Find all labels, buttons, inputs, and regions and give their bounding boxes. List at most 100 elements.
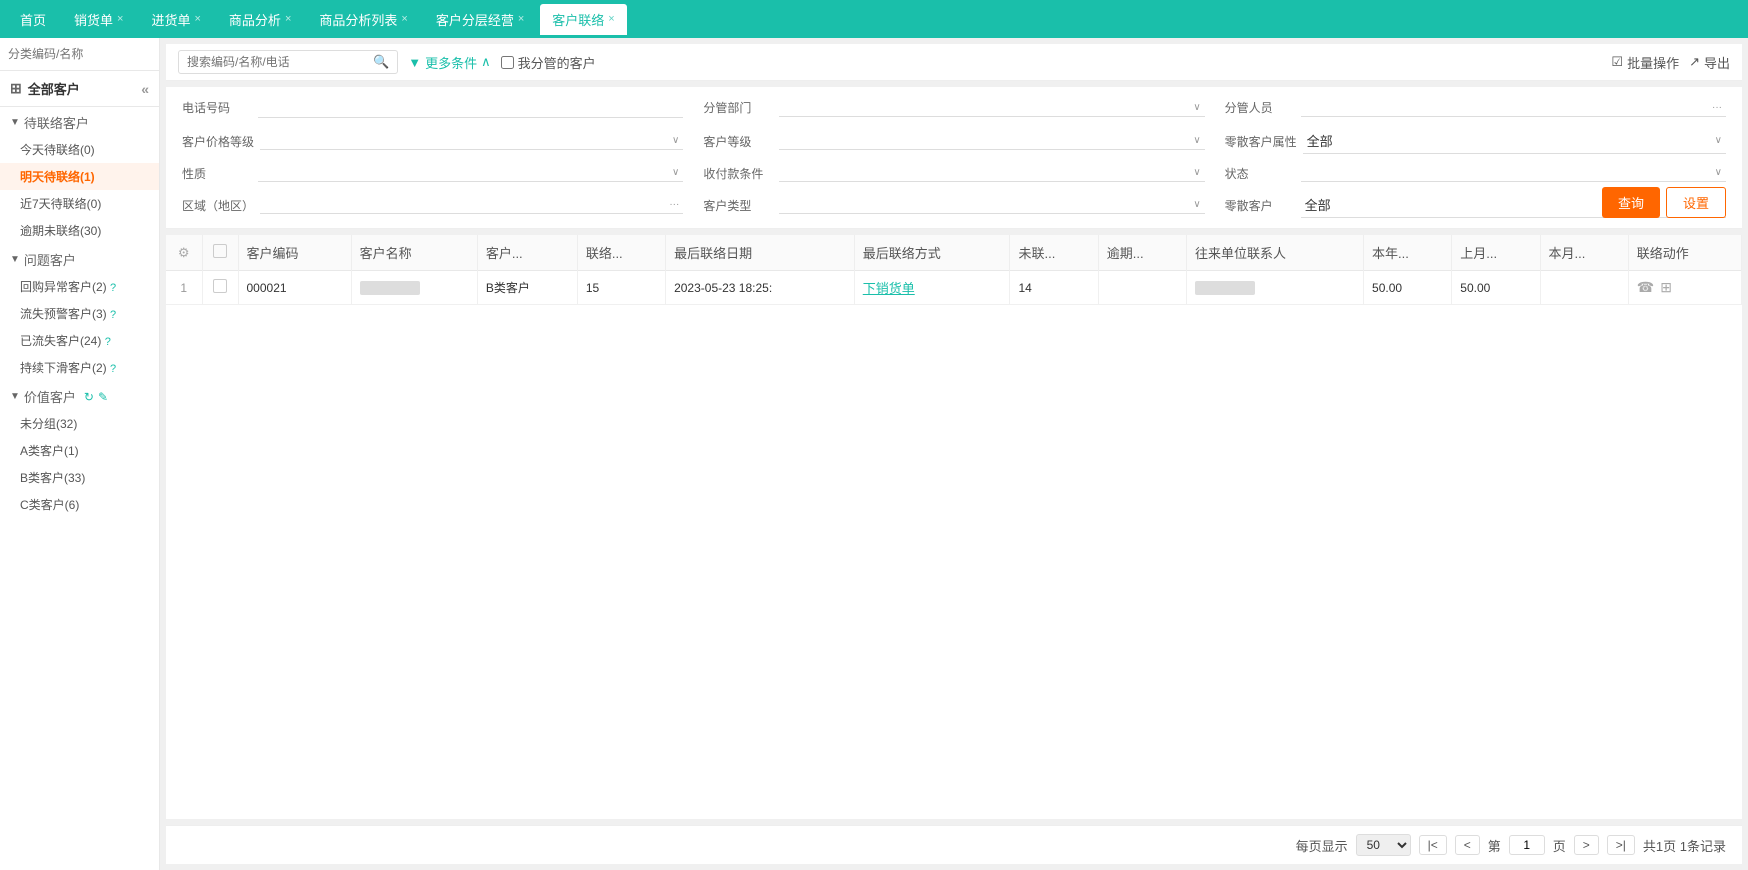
section-arrow-2: ▼	[10, 254, 20, 265]
td-name	[351, 271, 477, 305]
value-refresh-icon[interactable]: ↻	[84, 390, 94, 404]
prev-page-btn[interactable]: <	[1455, 835, 1480, 855]
filter-manager-select[interactable]: ···	[1301, 99, 1726, 117]
nav-tab-2[interactable]: 商品分析 ×	[217, 4, 303, 35]
call-icon[interactable]: ☎	[1637, 279, 1654, 296]
select-all-checkbox[interactable]	[213, 244, 227, 258]
company-contact-blurred	[1195, 281, 1255, 295]
table-header-row: ⚙ 客户编码 客户名称 客户... 联络... 最后联络日期	[166, 235, 1742, 271]
ctype-down-arrow: ∨	[1193, 199, 1200, 210]
dept-down-arrow: ∨	[1193, 102, 1200, 113]
th-last-method: 最后联络方式	[854, 235, 1010, 271]
page-input[interactable]	[1509, 835, 1545, 855]
td-company-contact	[1186, 271, 1363, 305]
setting-btn[interactable]: 设置	[1666, 187, 1726, 218]
nav-tab-3-close[interactable]: ×	[401, 13, 407, 25]
th-code: 客户编码	[238, 235, 351, 271]
td-not-contacted: 14	[1010, 271, 1098, 305]
th-overdue: 逾期...	[1098, 235, 1186, 271]
filter-payment: 收付款条件 ∨	[703, 164, 1204, 182]
export-btn[interactable]: ↗ 导出	[1689, 53, 1730, 72]
collapse-icon[interactable]: «	[141, 81, 149, 97]
filter-retail-attr-label: 零散客户属性	[1225, 133, 1297, 150]
sidebar-search-input[interactable]	[8, 47, 163, 61]
nav-tab-5[interactable]: 客户联络 ×	[540, 4, 626, 35]
main-search-input[interactable]	[187, 55, 367, 69]
td-last-month: 50.00	[1452, 271, 1540, 305]
th-this-year: 本年...	[1364, 235, 1452, 271]
filter-manager: 分管人员 ···	[1225, 97, 1726, 118]
nav-tab-4-close[interactable]: ×	[518, 13, 524, 25]
export-icon: ↗	[1689, 54, 1700, 70]
total-records: 共1页 1条记录	[1643, 836, 1726, 855]
sidebar-item-today[interactable]: 今天待联络(0)	[0, 136, 159, 163]
filter-dept-select[interactable]: ∨	[779, 99, 1204, 117]
nav-tab-1[interactable]: 进货单 ×	[139, 4, 212, 35]
nav-tab-4[interactable]: 客户分层经营 ×	[424, 4, 536, 35]
filter-chevron: ∧	[481, 54, 491, 70]
sidebar-item-declining[interactable]: 持续下滑客户(2) ?	[0, 354, 159, 381]
filter-status: 状态 ∨	[1225, 164, 1726, 182]
nav-tab-2-close[interactable]: ×	[285, 13, 291, 25]
nav-tab-1-close[interactable]: ×	[194, 13, 200, 25]
sidebar-item-abnormal[interactable]: 回购异常客户(2) ?	[0, 273, 159, 300]
settings-icon[interactable]: ⚙	[178, 245, 190, 260]
value-edit-icon[interactable]: ✎	[98, 390, 108, 404]
level-down-arrow: ∨	[1193, 135, 1200, 146]
sidebar-item-class-c[interactable]: C类客户(6)	[0, 491, 159, 518]
sidebar-all-customers[interactable]: ⊞ 全部客户 «	[0, 71, 159, 107]
nav-home[interactable]: 首页	[8, 4, 58, 35]
query-btn[interactable]: 查询	[1602, 187, 1660, 218]
filter-area-label: 区域（地区）	[182, 197, 254, 214]
filter-actions: 查询 设置	[1602, 187, 1726, 218]
filter-ctype-label: 客户类型	[703, 197, 773, 214]
nav-tab-5-close[interactable]: ×	[608, 13, 614, 25]
my-customer-check[interactable]: 我分管的客户	[501, 53, 596, 72]
next-page-btn[interactable]: >	[1574, 835, 1599, 855]
filter-level-select[interactable]: ∨	[779, 132, 1204, 150]
filter-more-btn[interactable]: ▼ 更多条件 ∧	[408, 53, 490, 72]
filter-status-select[interactable]: ∨	[1301, 164, 1726, 182]
filter-area-select[interactable]: ···	[260, 196, 683, 214]
last-method-link[interactable]: 下销货单	[863, 281, 915, 296]
last-page-btn[interactable]: >|	[1607, 835, 1635, 855]
filter-gender-select[interactable]: ∨	[258, 164, 683, 182]
sidebar-item-class-a[interactable]: A类客户(1)	[0, 437, 159, 464]
filter-retail-attr-select[interactable]: 全部 ∨	[1303, 128, 1726, 154]
main-search-icon[interactable]: 🔍	[373, 54, 389, 70]
sidebar-item-ungrouped[interactable]: 未分组(32)	[0, 410, 159, 437]
first-page-btn[interactable]: |<	[1419, 835, 1447, 855]
main-layout: 🔍 ⊞ 全部客户 « ▼ 待联络客户 今天待联络(0) 明天待联络(1) 近7天…	[0, 38, 1748, 870]
filter-level-label: 客户等级	[703, 133, 773, 150]
sidebar-item-class-b[interactable]: B类客户(33)	[0, 464, 159, 491]
filter-payment-select[interactable]: ∨	[779, 164, 1204, 182]
sidebar-item-lost[interactable]: 已流失客户(24) ?	[0, 327, 159, 354]
sidebar-item-tomorrow[interactable]: 明天待联络(1)	[0, 163, 159, 190]
filter-retail-attr: 零散客户属性 全部 ∨	[1225, 128, 1726, 154]
sidebar-item-overdue[interactable]: 逾期未联络(30)	[0, 217, 159, 244]
customer-table: ⚙ 客户编码 客户名称 客户... 联络... 最后联络日期	[166, 235, 1742, 305]
nav-tab-0-close[interactable]: ×	[117, 13, 123, 25]
filter-price-select[interactable]: ∨	[260, 132, 683, 150]
per-page-select[interactable]: 50 100 200	[1356, 834, 1411, 856]
manager-dots: ···	[1712, 102, 1722, 113]
filter-status-label: 状态	[1225, 165, 1295, 182]
row-checkbox[interactable]	[213, 279, 227, 293]
td-this-year: 50.00	[1364, 271, 1452, 305]
sidebar-item-warning[interactable]: 流失预警客户(3) ?	[0, 300, 159, 327]
batch-op-btn[interactable]: ☑ 批量操作	[1611, 53, 1679, 72]
my-customer-checkbox[interactable]	[501, 56, 514, 69]
filter-customer-type: 客户类型 ∨	[703, 192, 1204, 218]
nav-tab-3[interactable]: 商品分析列表 ×	[307, 4, 419, 35]
more-icon[interactable]: ⊞	[1660, 279, 1672, 296]
customer-table-wrap: ⚙ 客户编码 客户名称 客户... 联络... 最后联络日期	[166, 235, 1742, 819]
checkbox-batch-icon: ☑	[1611, 54, 1623, 70]
filter-ctype-select[interactable]: ∨	[779, 196, 1204, 214]
td-contact-count: 15	[577, 271, 665, 305]
pagination: 每页显示 50 100 200 |< < 第 页 > >| 共1页 1条记录	[166, 825, 1742, 864]
filter-price-label: 客户价格等级	[182, 133, 254, 150]
nav-tab-0[interactable]: 销货单 ×	[62, 4, 135, 35]
filter-phone-input[interactable]	[258, 97, 683, 118]
th-settings[interactable]: ⚙	[166, 235, 202, 271]
sidebar-item-7days[interactable]: 近7天待联络(0)	[0, 190, 159, 217]
